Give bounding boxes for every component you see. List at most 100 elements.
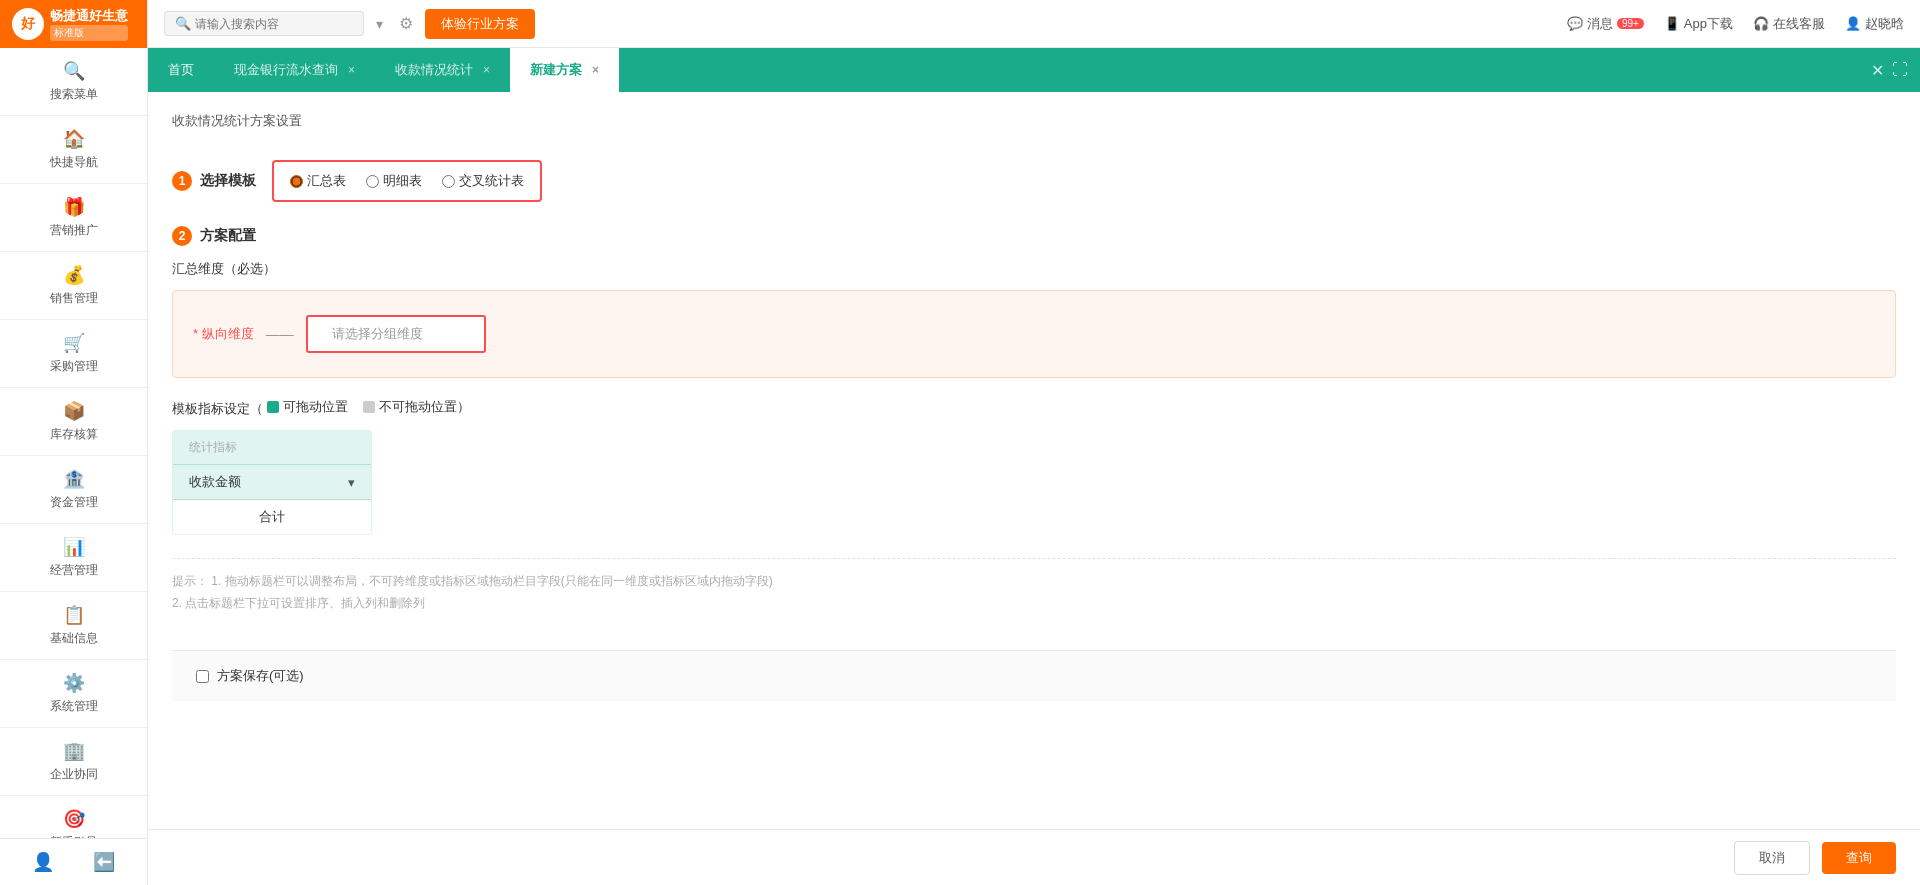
tab-right-btns: ✕ ⛶ — [1871, 61, 1920, 80]
box-icon: 📦 — [63, 400, 85, 422]
sidebar-item-sales[interactable]: 💰 销售管理 — [0, 252, 147, 320]
radio-cross-input[interactable] — [442, 175, 455, 188]
sidebar-item-search[interactable]: 🔍 搜索菜单 — [0, 48, 147, 116]
settings-icon[interactable]: ⚙ — [399, 14, 413, 33]
section-template: 1 选择模板 汇总表 明细表 交叉统计表 — [172, 160, 1896, 202]
section1-header: 1 选择模板 汇总表 明细表 交叉统计表 — [172, 160, 1896, 202]
download-label: App下载 — [1684, 15, 1733, 33]
radio-summary[interactable]: 汇总表 — [290, 172, 346, 190]
main-area: 🔍 ▾ ⚙ 体验行业方案 💬 消息 99+ 📱 App下载 🎧 在线客服 👤 赵… — [148, 0, 1920, 885]
tabbar: 首页 现金银行流水查询 × 收款情况统计 × 新建方案 × ✕ ⛶ — [148, 48, 1920, 92]
topbar: 🔍 ▾ ⚙ 体验行业方案 💬 消息 99+ 📱 App下载 🎧 在线客服 👤 赵… — [148, 0, 1920, 48]
indicator-col-label: 收款金额 — [189, 473, 241, 491]
tab-collection-stats-close[interactable]: × — [483, 63, 490, 77]
service-icon: 🎧 — [1753, 16, 1769, 31]
sidebar-item-label-purchase: 采购管理 — [50, 358, 98, 375]
cancel-button[interactable]: 取消 — [1734, 841, 1810, 875]
sidebar-item-label-marketing: 营销推广 — [50, 222, 98, 239]
search-input[interactable] — [195, 17, 345, 31]
gear-icon: ⚙️ — [63, 672, 85, 694]
industry-btn[interactable]: 体验行业方案 — [425, 9, 535, 39]
sidebar-bottom-icon-1[interactable]: 👤 — [32, 851, 54, 873]
query-button[interactable]: 查询 — [1822, 842, 1896, 874]
template-options-box: 汇总表 明细表 交叉统计表 — [272, 160, 542, 202]
tab-new-plan[interactable]: 新建方案 × — [510, 48, 619, 92]
save-label[interactable]: 方案保存(可选) — [217, 667, 304, 685]
tab-home-label: 首页 — [168, 61, 194, 79]
sidebar-item-purchase[interactable]: 🛒 采购管理 — [0, 320, 147, 388]
tab-collection-stats-label: 收款情况统计 — [395, 61, 473, 79]
sidebar-item-enterprise[interactable]: 🏢 企业协同 — [0, 728, 147, 796]
message-btn[interactable]: 💬 消息 99+ — [1567, 15, 1644, 33]
target-icon: 🎯 — [63, 808, 85, 830]
chevron-down-icon[interactable]: ▾ — [348, 475, 355, 490]
page-wrapper: 收款情况统计方案设置 1 选择模板 汇总表 明细表 — [148, 92, 1920, 885]
radio-detail-label[interactable]: 明细表 — [383, 172, 422, 190]
indicator-col-header[interactable]: 收款金额 ▾ — [173, 465, 371, 500]
page-title: 收款情况统计方案设置 — [172, 112, 1896, 140]
sidebar-item-label-quick-nav: 快捷导航 — [50, 154, 98, 171]
service-btn[interactable]: 🎧 在线客服 — [1753, 15, 1825, 33]
search-icon-topbar: 🔍 — [175, 16, 191, 31]
download-btn[interactable]: 📱 App下载 — [1664, 15, 1733, 33]
bottom-bar: 取消 查询 — [148, 829, 1920, 885]
sidebar-item-marketing[interactable]: 🎁 营销推广 — [0, 184, 147, 252]
search-box[interactable]: 🔍 — [164, 11, 364, 36]
section-config: 2 方案配置 汇总维度（必选） * 纵向维度 —— 请选择分组维度 — [172, 226, 1896, 626]
chart-icon: 📊 — [63, 536, 85, 558]
sidebar-item-basic-info[interactable]: 📋 基础信息 — [0, 592, 147, 660]
non-draggable-indicator: 不可拖动位置） — [363, 401, 470, 416]
download-icon: 📱 — [1664, 16, 1680, 31]
radio-summary-label[interactable]: 汇总表 — [307, 172, 346, 190]
sidebar-item-system[interactable]: ⚙️ 系统管理 — [0, 660, 147, 728]
sidebar-item-label-enterprise: 企业协同 — [50, 766, 98, 783]
section1-number: 1 — [172, 171, 192, 191]
indicator-title: 模板指标设定（ 可拖动位置 不可拖动位置） — [172, 398, 470, 418]
sidebar-nav: 🔍 搜索菜单 🏠 快捷导航 🎁 营销推广 💰 销售管理 🛒 采购管理 📦 库存核… — [0, 48, 147, 838]
sidebar-item-newbie[interactable]: 🎯 新手引导 — [0, 796, 147, 838]
service-label: 在线客服 — [1773, 15, 1825, 33]
sidebar-item-quick-nav[interactable]: 🏠 快捷导航 — [0, 116, 147, 184]
radio-cross[interactable]: 交叉统计表 — [442, 172, 524, 190]
tab-collection-stats[interactable]: 收款情况统计 × — [375, 48, 510, 92]
logo-area: 好 畅捷通好生意 标准版 — [0, 0, 147, 48]
tab-close-all-icon[interactable]: ✕ — [1871, 61, 1884, 80]
sidebar-item-label-finance: 资金管理 — [50, 494, 98, 511]
tab-bank-flow[interactable]: 现金银行流水查询 × — [214, 48, 375, 92]
indicator-section: 模板指标设定（ 可拖动位置 不可拖动位置） — [172, 398, 1896, 538]
section2-title: 方案配置 — [200, 227, 256, 245]
user-info[interactable]: 👤 赵晓晗 — [1845, 15, 1904, 33]
radio-detail[interactable]: 明细表 — [366, 172, 422, 190]
tip-line-2: 2. 点击标题栏下拉可设置排序、插入列和删除列 — [172, 593, 1896, 615]
dim-arrow-icon: —— — [266, 326, 294, 342]
tab-new-plan-label: 新建方案 — [530, 61, 582, 79]
radio-cross-label[interactable]: 交叉统计表 — [459, 172, 524, 190]
dim-row: * 纵向维度 —— 请选择分组维度 — [193, 315, 1875, 353]
tab-bank-flow-close[interactable]: × — [348, 63, 355, 77]
sidebar-bottom-icon-2[interactable]: ⬅️ — [93, 851, 115, 873]
section2-header: 2 方案配置 — [172, 226, 1896, 246]
clipboard-icon: 📋 — [63, 604, 85, 626]
sidebar-item-label-operation: 经营管理 — [50, 562, 98, 579]
user-icon: 👤 — [1845, 16, 1861, 31]
sidebar-bottom: 👤 ⬅️ — [0, 838, 147, 885]
indicator-total-row: 合计 — [173, 500, 371, 534]
topbar-right: 💬 消息 99+ 📱 App下载 🎧 在线客服 👤 赵晓晗 — [1567, 15, 1904, 33]
save-checkbox[interactable] — [196, 670, 209, 683]
sidebar-item-label-search: 搜索菜单 — [50, 86, 98, 103]
logo-text: 畅捷通好生意 — [50, 7, 128, 25]
sidebar-item-finance[interactable]: 🏦 资金管理 — [0, 456, 147, 524]
dim-select[interactable]: 请选择分组维度 — [306, 315, 486, 353]
sidebar-item-operation[interactable]: 📊 经营管理 — [0, 524, 147, 592]
sidebar-item-label-sales: 销售管理 — [50, 290, 98, 307]
tab-bank-flow-label: 现金银行流水查询 — [234, 61, 338, 79]
message-badge: 99+ — [1617, 18, 1644, 29]
sidebar-item-inventory[interactable]: 📦 库存核算 — [0, 388, 147, 456]
tab-new-plan-close[interactable]: × — [592, 63, 599, 77]
stat-label: 统计指标 — [189, 439, 237, 456]
radio-summary-input[interactable] — [290, 175, 303, 188]
tab-expand-icon[interactable]: ⛶ — [1892, 61, 1908, 79]
tab-home[interactable]: 首页 — [148, 48, 214, 92]
radio-detail-input[interactable] — [366, 175, 379, 188]
dropdown-icon[interactable]: ▾ — [376, 16, 383, 32]
